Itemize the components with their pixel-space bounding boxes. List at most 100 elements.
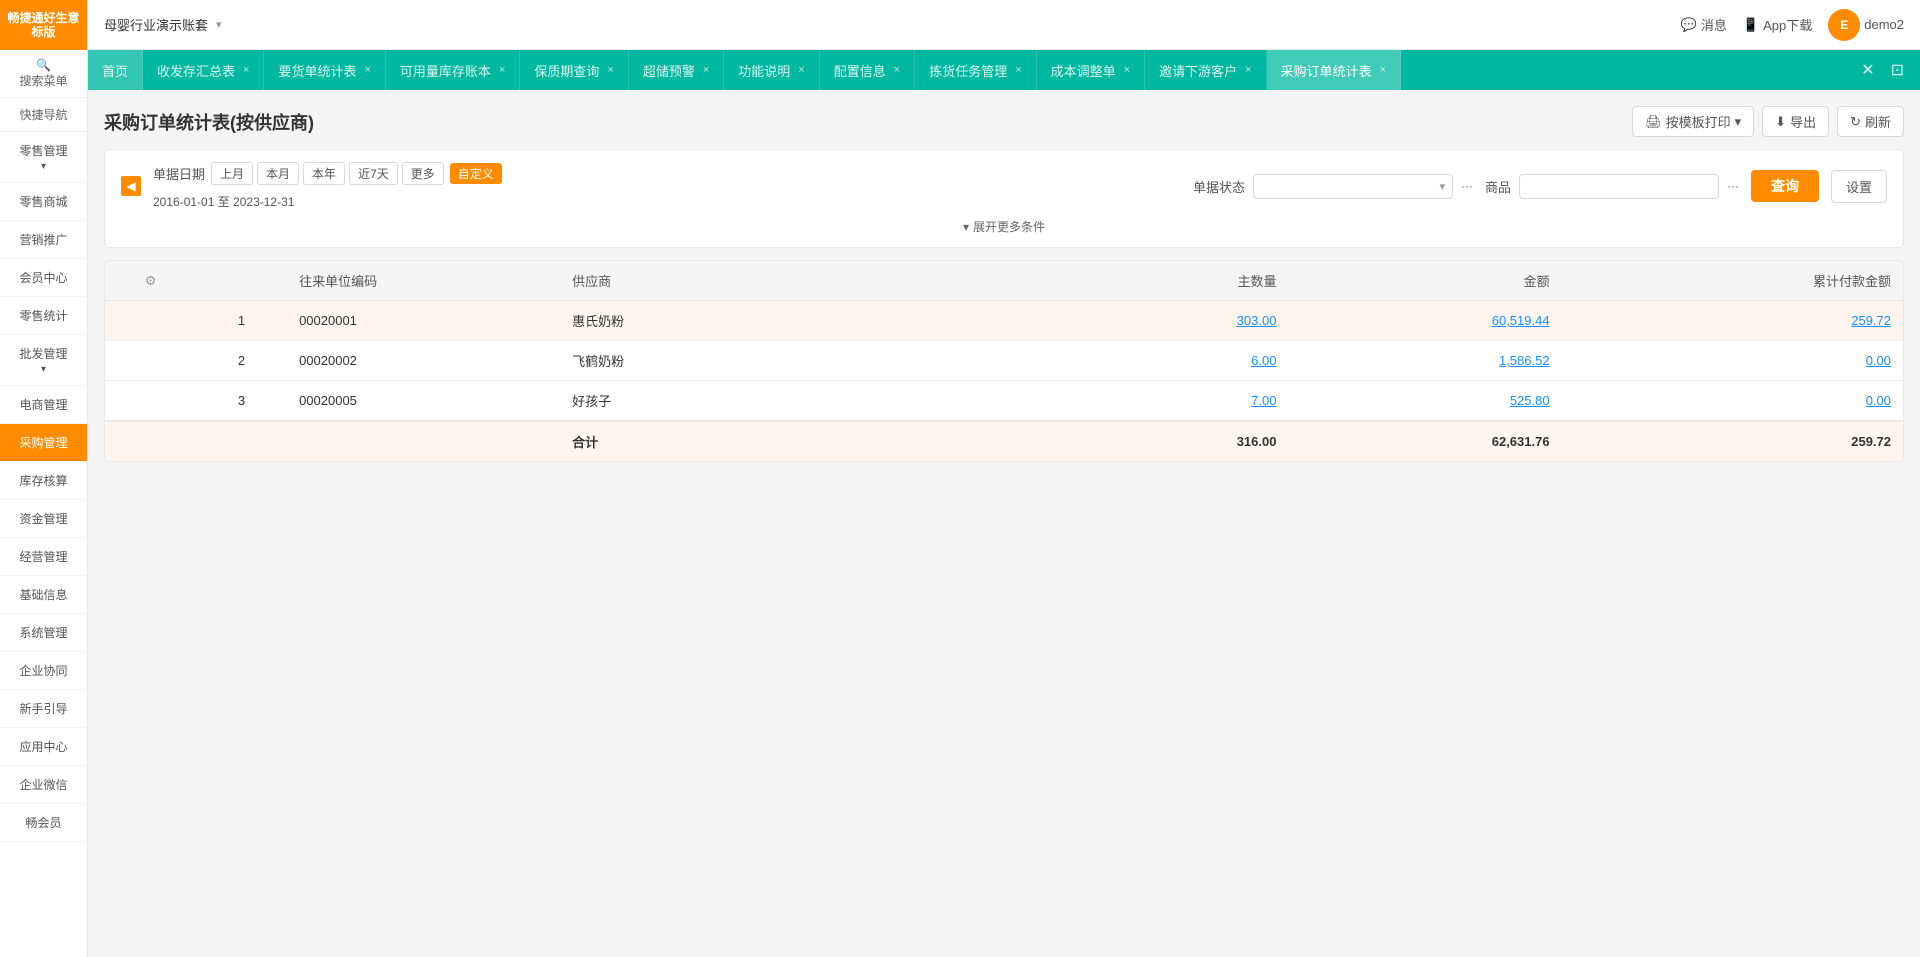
row-amount[interactable]: 60,519.44 xyxy=(1288,301,1561,341)
date-quick-btn-更多[interactable]: 更多 xyxy=(402,162,444,185)
column-settings-icon[interactable]: ⚙ xyxy=(145,273,157,288)
maximize-btn[interactable]: ⊡ xyxy=(1887,56,1908,84)
nav-tab-功能说明[interactable]: 功能说明× xyxy=(724,50,819,90)
settings-btn[interactable]: 设置 xyxy=(1831,170,1887,203)
date-quick-btns: 上月本月本年近7天更多 xyxy=(211,162,444,185)
message-icon: 💬 xyxy=(1681,17,1697,33)
sidebar-item-系统管理[interactable]: 系统管理 xyxy=(0,614,87,652)
sidebar-item-电商管理[interactable]: 电商管理 xyxy=(0,386,87,424)
sidebar-item-新手引导[interactable]: 新手引导 xyxy=(0,690,87,728)
row-qty[interactable]: 7.00 xyxy=(1015,381,1288,422)
table-header-row: ⚙ 往来单位编码 供应商 主数量 金额 xyxy=(105,261,1903,301)
sidebar-item-营销推广[interactable]: 营销推广 xyxy=(0,221,87,259)
nav-tab-成本调整单[interactable]: 成本调整单 × xyxy=(1037,50,1145,90)
refresh-btn[interactable]: ↻ 刷新 xyxy=(1837,106,1904,137)
app-download-btn[interactable]: 📱 App下载 xyxy=(1743,15,1812,34)
nav-tab-label: 成本调整单 xyxy=(1051,61,1116,80)
close-tab-icon[interactable]: × xyxy=(607,64,613,76)
sidebar-item-零售管理[interactable]: 零售管理 ▾ xyxy=(0,132,87,183)
sidebar-item-畅会员[interactable]: 畅会员 xyxy=(0,804,87,842)
workspace-selector[interactable]: 母婴行业演示账套 ▾ xyxy=(104,15,222,34)
nav-tab-要货单统计表[interactable]: 要货单统计表 × xyxy=(264,50,385,90)
sidebar-item-批发管理[interactable]: 批发管理 ▾ xyxy=(0,335,87,386)
row-paid[interactable]: 0.00 xyxy=(1562,341,1903,381)
row-setting xyxy=(105,341,196,381)
print-icon: 🖨 xyxy=(1645,114,1662,130)
goods-filter-label: 商品 xyxy=(1485,177,1511,196)
sidebar-item-库存核算[interactable]: 库存核算 xyxy=(0,462,87,500)
nav-tab-label: 超储预警 xyxy=(643,61,695,80)
date-quick-btn-本月[interactable]: 本月 xyxy=(257,162,299,185)
nav-tab-可用量库存账本[interactable]: 可用量库存账本× xyxy=(386,50,520,90)
footer-col-no xyxy=(196,421,287,461)
row-amount[interactable]: 525.80 xyxy=(1288,381,1561,422)
row-paid[interactable]: 259.72 xyxy=(1562,301,1903,341)
date-filter-label: 单据日期 xyxy=(153,164,205,183)
message-btn[interactable]: 💬 消息 xyxy=(1681,15,1727,34)
date-quick-btn-本年[interactable]: 本年 xyxy=(303,162,345,185)
close-tab-icon[interactable]: × xyxy=(1380,64,1386,76)
table-footer-row: 合计 316.00 62,631.76 259.72 xyxy=(105,421,1903,461)
filter-collapse-btn[interactable]: ◀ xyxy=(121,176,141,196)
query-btn[interactable]: 查询 xyxy=(1751,170,1819,202)
template-dropdown-icon: ▾ xyxy=(1735,114,1742,130)
sidebar-search[interactable]: 🔍 搜索菜单 xyxy=(0,50,87,98)
sidebar-item-企业协同[interactable]: 企业协同 xyxy=(0,652,87,690)
goods-more-btn[interactable]: ··· xyxy=(1727,179,1739,193)
sidebar-item-会员中心[interactable]: 会员中心 xyxy=(0,259,87,297)
status-select[interactable] xyxy=(1253,174,1453,199)
status-more-btn[interactable]: ··· xyxy=(1461,179,1473,193)
sidebar-item-label: 应用中心 xyxy=(19,738,67,755)
sidebar-item-资金管理[interactable]: 资金管理 xyxy=(0,500,87,538)
custom-date-btn[interactable]: 自定义 xyxy=(450,163,502,184)
row-qty[interactable]: 303.00 xyxy=(1015,301,1288,341)
logo-text: 畅捷通好生意 标版 xyxy=(7,11,79,40)
close-tab-icon[interactable]: × xyxy=(1015,64,1021,76)
sidebar-item-采购管理[interactable]: 采购管理 xyxy=(0,424,87,462)
close-tab-icon[interactable]: × xyxy=(499,64,505,76)
nav-tab-拣货任务管理[interactable]: 拣货任务管理× xyxy=(915,50,1036,90)
date-quick-btn-近7天[interactable]: 近7天 xyxy=(349,162,398,185)
sidebar-item-应用中心[interactable]: 应用中心 xyxy=(0,728,87,766)
expand-more-btn[interactable]: ▾ 展开更多条件 xyxy=(963,218,1045,235)
sidebar-item-基础信息[interactable]: 基础信息 xyxy=(0,576,87,614)
export-btn[interactable]: ⬇ 导出 xyxy=(1762,106,1829,137)
nav-tabs-actions: ✕ ⊡ xyxy=(1857,56,1920,84)
nav-tab-采购订单统计表[interactable]: 采购订单统计表× xyxy=(1267,50,1401,90)
sidebar-quick-nav[interactable]: 快捷导航 xyxy=(0,98,87,132)
goods-input[interactable] xyxy=(1519,174,1719,199)
nav-tab-超储预警[interactable]: 超储预警 × xyxy=(629,50,724,90)
sidebar: 畅捷通好生意 标版 🔍 搜索菜单 快捷导航 零售管理 ▾零售商城营销推广会员中心… xyxy=(0,0,88,957)
status-filter-label: 单据状态 xyxy=(1193,177,1245,196)
sidebar-item-label: 经营管理 xyxy=(19,548,67,565)
row-paid[interactable]: 0.00 xyxy=(1562,381,1903,422)
close-tab-btn[interactable]: ✕ xyxy=(1857,56,1878,84)
close-tab-icon[interactable]: × xyxy=(243,64,249,76)
sidebar-item-零售商城[interactable]: 零售商城 xyxy=(0,183,87,221)
chevron-down-icon: ▾ xyxy=(41,161,46,172)
nav-tab-保质期查询[interactable]: 保质期查询× xyxy=(520,50,628,90)
nav-tab-收发存汇总表[interactable]: 收发存汇总表× xyxy=(143,50,264,90)
sidebar-item-零售统计[interactable]: 零售统计 xyxy=(0,297,87,335)
close-tab-icon[interactable]: × xyxy=(894,64,900,76)
nav-tab-邀请下游客户[interactable]: 邀请下游客户× xyxy=(1145,50,1266,90)
app-logo: 畅捷通好生意 标版 xyxy=(0,0,87,50)
nav-tab-首页[interactable]: 首页 xyxy=(88,50,143,90)
close-tab-icon[interactable]: × xyxy=(798,64,804,76)
sidebar-item-label: 资金管理 xyxy=(19,510,67,527)
user-menu[interactable]: E demo2 xyxy=(1828,9,1904,41)
sidebar-item-企业微信[interactable]: 企业微信 xyxy=(0,766,87,804)
workspace-dropdown-icon: ▾ xyxy=(216,18,222,31)
close-tab-icon[interactable]: × xyxy=(703,64,709,76)
close-tab-icon[interactable]: × xyxy=(364,64,370,76)
row-qty[interactable]: 6.00 xyxy=(1015,341,1288,381)
main-area: 母婴行业演示账套 ▾ 💬 消息 📱 App下载 E demo2 首页收发存汇总表… xyxy=(88,0,1920,957)
template-print-btn[interactable]: 🖨 按模板打印 ▾ xyxy=(1632,106,1754,137)
nav-tab-配置信息[interactable]: 配置信息× xyxy=(820,50,915,90)
row-amount[interactable]: 1,586.52 xyxy=(1288,341,1561,381)
date-quick-btn-上月[interactable]: 上月 xyxy=(211,162,253,185)
sidebar-item-经营管理[interactable]: 经营管理 xyxy=(0,538,87,576)
nav-tab-label: 要货单统计表 xyxy=(278,61,356,80)
close-tab-icon[interactable]: × xyxy=(1124,64,1130,76)
close-tab-icon[interactable]: × xyxy=(1245,64,1251,76)
